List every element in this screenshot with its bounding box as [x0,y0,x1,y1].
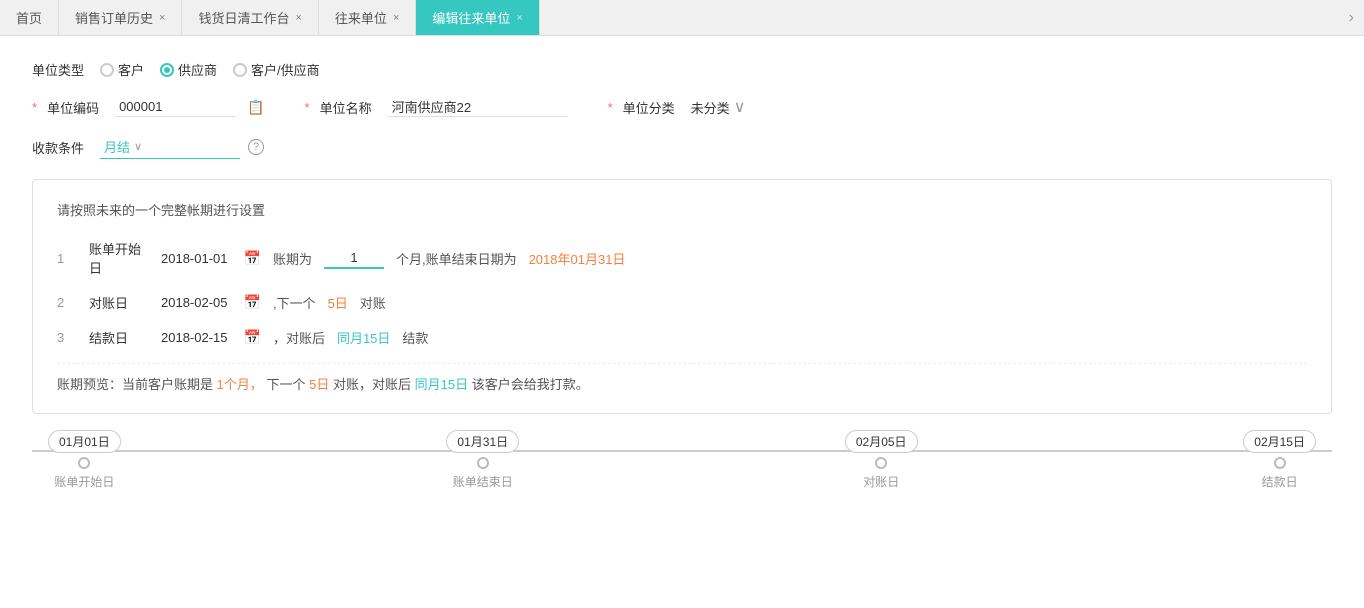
radio-customer-supplier-label: 客户/供应商 [251,60,320,79]
timeline-node-1: 01月01日 账单开始日 [48,430,121,490]
radio-customer-circle [100,63,114,77]
close-sales-history-icon[interactable]: × [159,12,165,24]
period-row-3: 3 结款日 2018-02-15 📅 ，对账后 同月15日 结款 [57,328,1307,347]
unit-category-value: 未分类 [691,98,730,117]
row-num-3: 3 [57,330,77,345]
payment-label: 收款条件 [32,138,84,157]
unit-code-icon[interactable]: 📋 [247,99,264,116]
preview-text1: 下一个 [267,367,306,402]
row-num-1: 1 [57,251,77,266]
row-num-2: 2 [57,295,77,310]
payment-arrow-icon: ∨ [134,140,142,153]
tab-home-label: 首页 [16,8,42,27]
timeline-node-4: 02月15日 结款日 [1243,430,1316,490]
timeline-node-2: 01月31日 账单结束日 [446,430,519,490]
tab-partner-label: 往来单位 [335,8,387,27]
preview-highlight3: 同月15日 [415,377,468,392]
preview-highlight2: 5日 [309,377,329,392]
close-edit-partner-icon[interactable]: × [516,12,522,24]
row-desc-prefix-1: 账期为 [273,249,312,268]
radio-customer-label: 客户 [118,60,144,79]
timeline-date-4: 02月15日 [1243,430,1316,453]
row-highlight-3: 同月15日 [337,328,390,347]
month-input[interactable] [324,248,384,269]
timeline-date-1: 01月01日 [48,430,121,453]
cal-icon-3[interactable]: 📅 [244,329,261,346]
payment-select[interactable]: 月结 ∨ [100,135,240,159]
unit-category-star: * [608,100,613,115]
tab-arrow-icon[interactable]: › [1339,9,1364,27]
period-row-2: 2 对账日 2018-02-05 📅 ,下一个 5日 对账 [57,293,1307,312]
cal-icon-1[interactable]: 📅 [244,250,261,267]
unit-type-radio-group: 客户 供应商 客户/供应商 [100,60,320,79]
row-date-2: 2018-02-05 [161,295,228,310]
unit-name-group: * 单位名称 [305,97,568,117]
row-desc-prefix-3: ，对账后 [273,328,325,347]
close-cash-work-icon[interactable]: × [295,12,301,24]
preview-suffix: 该客户会给我打款。 [472,367,589,402]
preview-highlight1: 1个月， [217,377,263,392]
unit-category-group: * 单位分类 未分类 ∨ [608,97,746,117]
unit-code-star: * [32,100,37,115]
radio-supplier-circle [160,63,174,77]
payment-row: 收款条件 月结 ∨ ? [32,135,1332,159]
radio-supplier[interactable]: 供应商 [160,60,217,79]
unit-name-input[interactable] [388,97,568,117]
unit-code-group: * 单位编码 📋 [32,97,265,117]
unit-category-label: 单位分类 [623,98,675,117]
unit-name-star: * [305,100,310,115]
tab-bar: 首页 销售订单历史 × 钱货日清工作台 × 往来单位 × 编辑往来单位 × › [0,0,1364,36]
timeline-label-2: 账单结束日 [453,473,513,490]
row-date-3: 2018-02-15 [161,330,228,345]
tab-partner[interactable]: 往来单位 × [319,0,416,35]
tab-sales-history-label: 销售订单历史 [75,8,153,27]
radio-supplier-label: 供应商 [178,60,217,79]
unit-info-row: * 单位编码 📋 * 单位名称 * 单位分类 未分类 ∨ [32,97,1332,117]
period-title: 请按照未来的一个完整帐期进行设置 [57,200,1307,219]
unit-name-label: 单位名称 [320,98,372,117]
radio-customer-supplier[interactable]: 客户/供应商 [233,60,320,79]
cal-icon-2[interactable]: 📅 [244,294,261,311]
timeline-date-3: 02月05日 [845,430,918,453]
row-date-1: 2018-01-01 [161,251,228,266]
unit-code-input[interactable] [115,97,235,117]
unit-code-label: 单位编码 [47,98,99,117]
row-desc-suffix-1: 个月,账单结束日期为 [396,249,517,268]
period-row-1: 1 账单开始日 2018-01-01 📅 账期为 个月,账单结束日期为 2018… [57,239,1307,277]
row-field-1: 账单开始日 [89,239,149,277]
timeline-node-3: 02月05日 对账日 [845,430,918,490]
row-desc-prefix-2: ,下一个 [273,293,316,312]
preview-text2: 对账，对账后 [333,367,411,402]
main-content: 单位类型 客户 供应商 客户/供应商 * 单位编码 📋 * 单位名称 [0,36,1364,608]
row-desc-suffix-2: 对账 [360,293,386,312]
row-field-3: 结款日 [89,328,149,347]
row-highlight-2: 5日 [328,293,348,312]
row-desc-suffix-3: 结款 [402,328,428,347]
tab-home[interactable]: 首页 [0,0,59,35]
tab-cash-work-label: 钱货日清工作台 [198,8,289,27]
radio-customer-supplier-circle [233,63,247,77]
unit-category-arrow-icon: ∨ [734,97,746,117]
preview-prefix: 账期预览：当前客户账期是 [57,367,213,402]
tab-edit-partner-label: 编辑往来单位 [432,8,510,27]
unit-type-row: 单位类型 客户 供应商 客户/供应商 [32,60,1332,79]
close-partner-icon[interactable]: × [393,12,399,24]
radio-customer[interactable]: 客户 [100,60,144,79]
timeline-label-4: 结款日 [1262,473,1298,490]
tab-cash-work[interactable]: 钱货日清工作台 × [182,0,318,35]
timeline-date-2: 01月31日 [446,430,519,453]
unit-type-label: 单位类型 [32,60,84,79]
help-icon[interactable]: ? [248,139,264,155]
period-box: 请按照未来的一个完整帐期进行设置 1 账单开始日 2018-01-01 📅 账期… [32,179,1332,414]
unit-category-select[interactable]: 未分类 ∨ [691,97,746,117]
timeline-label-1: 账单开始日 [54,473,114,490]
tab-sales-history[interactable]: 销售订单历史 × [59,0,182,35]
row-field-2: 对账日 [89,293,149,312]
row-highlight-1: 2018年01月31日 [529,249,626,268]
tab-edit-partner[interactable]: 编辑往来单位 × [416,0,539,35]
timeline-label-3: 对账日 [863,473,899,490]
payment-value: 月结 [104,137,130,156]
